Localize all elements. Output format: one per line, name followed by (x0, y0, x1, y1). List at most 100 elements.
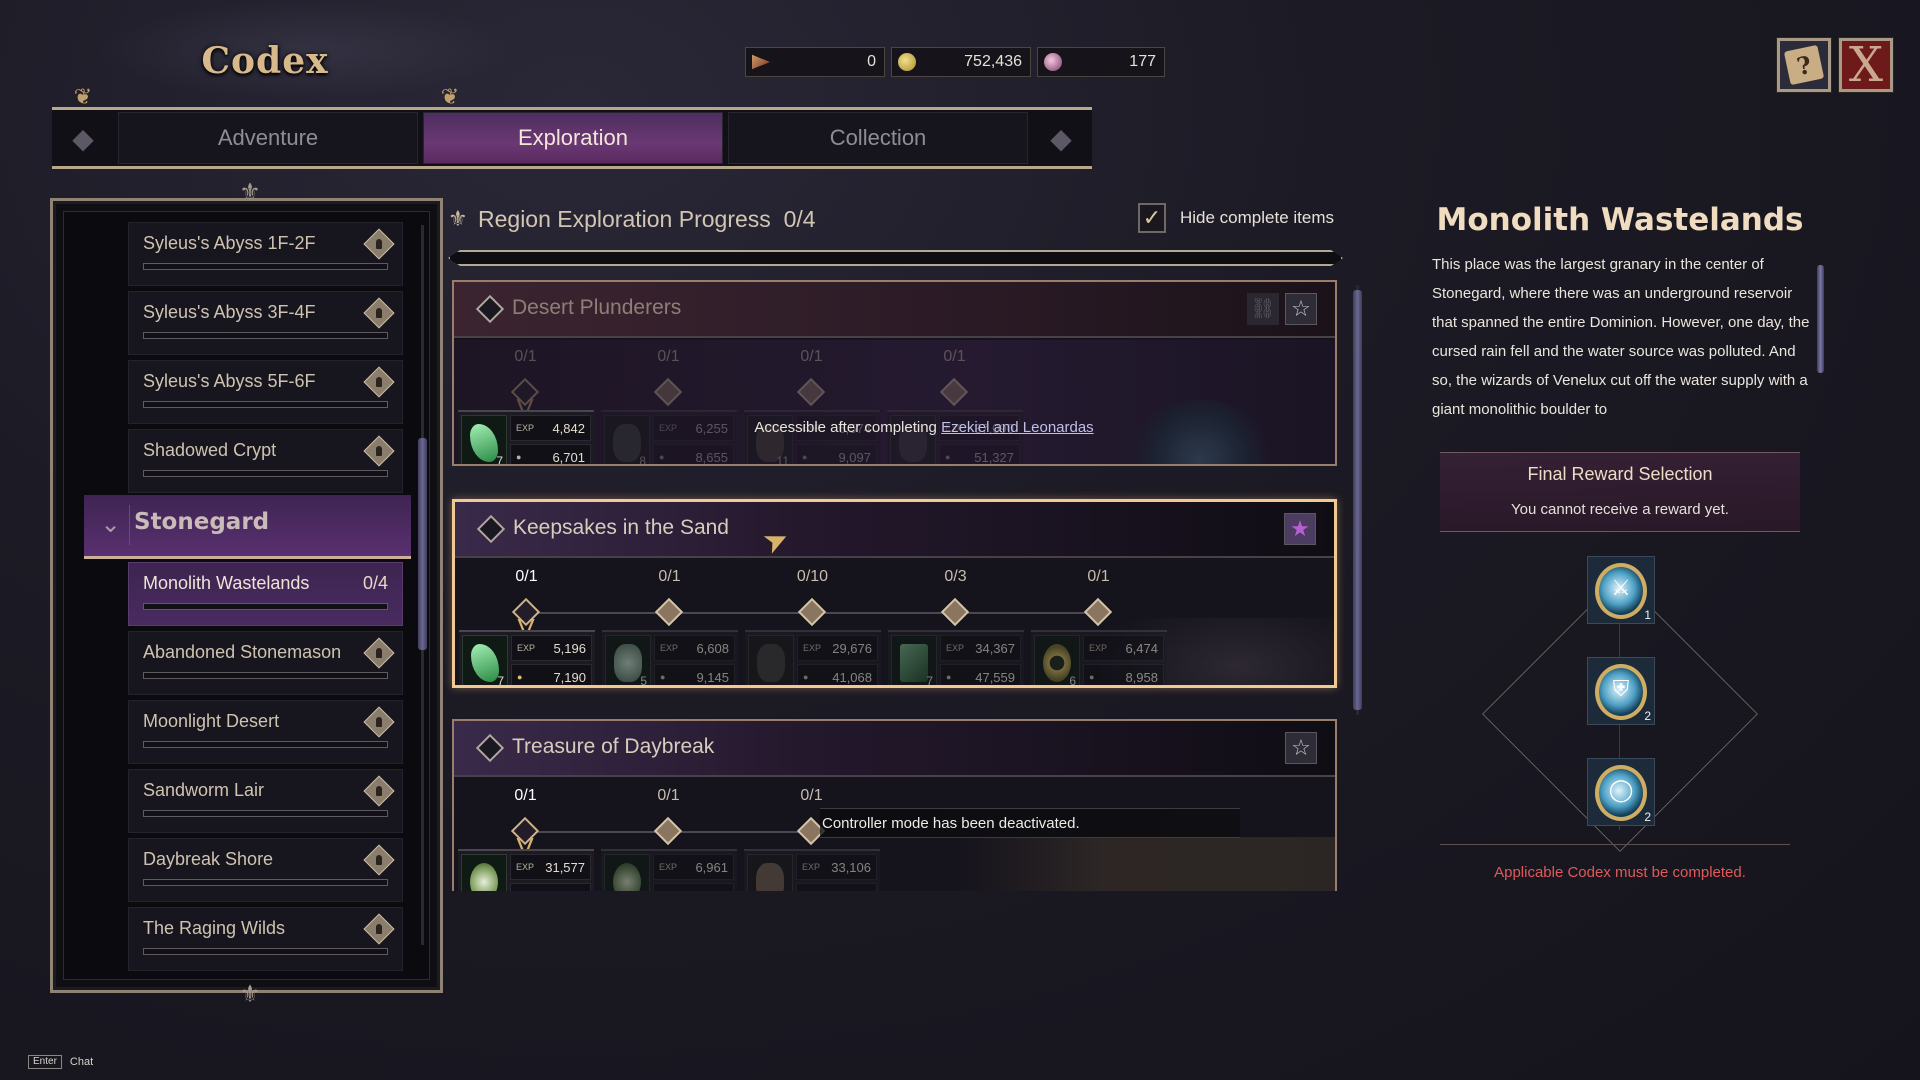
tab-next-arrow[interactable]: ◆ (1030, 107, 1092, 169)
checkmark-icon: ✓ (1142, 205, 1162, 230)
region-progress-bar (143, 810, 388, 817)
step-reward[interactable]: EXP33,106●45,814 (744, 849, 880, 891)
toast-notification: Controller mode has been deactivated. (820, 808, 1240, 838)
exp-reward: EXP 5,196 (511, 635, 592, 661)
step-reward[interactable]: EXP 29,676 ● 41,068 (745, 630, 881, 685)
region-item[interactable]: Abandoned Stonemason (128, 631, 403, 695)
close-button[interactable]: X (1839, 38, 1893, 92)
flourish-ornament-icon: ❦ (440, 84, 460, 109)
quest-title: Desert Plunderers (512, 296, 682, 319)
step-count: 0/1 (657, 787, 680, 804)
tab-adventure[interactable]: Adventure (118, 112, 418, 164)
quest-card[interactable]: Desert Plunderers ⛓ ☆ 0/1 V 0/1 0/1 0/1 (452, 280, 1337, 466)
diamond-icon (475, 733, 505, 763)
lock-icon (653, 816, 683, 846)
reward-item-creature[interactable] (748, 635, 794, 685)
region-item-selected[interactable]: Monolith Wastelands 0/4 (128, 562, 403, 626)
diamond-icon (475, 294, 505, 324)
chest-icon (614, 644, 642, 682)
final-reward-title: Final Reward Selection (1527, 464, 1713, 484)
gold-coin-icon: ● (517, 672, 523, 682)
chat-hint[interactable]: Enter Chat (28, 1055, 93, 1069)
region-item[interactable]: Sandworm Lair (128, 769, 403, 833)
exp-icon: EXP (517, 643, 536, 653)
reward-item-medallion[interactable]: 11 (461, 854, 507, 891)
ornament-bottom-icon: ⚜ (239, 981, 261, 1008)
favorite-star-button[interactable]: ★ (1284, 513, 1316, 545)
description-scrollbar[interactable] (1817, 265, 1824, 373)
reward-item-crystal[interactable]: 7 (461, 415, 507, 464)
reward-item-portrait[interactable] (747, 854, 793, 891)
reward-qty: 2 (1644, 709, 1651, 723)
lock-icon (363, 228, 395, 260)
sidebar-scrollbar[interactable] (418, 438, 427, 650)
region-item[interactable]: Moonlight Desert (128, 700, 403, 764)
creature-icon (757, 644, 785, 682)
step-reward[interactable]: 7 EXP 34,367 ● 47,559 (888, 630, 1024, 685)
step-reward[interactable]: 7 EXP 4,842 ● 6,701 (458, 410, 594, 464)
favorite-star-button[interactable]: ☆ (1285, 732, 1317, 764)
step-reward[interactable]: 8 EXP6,961●9,634 (601, 849, 737, 891)
lock-icon (654, 597, 684, 627)
region-item[interactable]: Syleus's Abyss 5F-6F (128, 360, 403, 424)
lock-icon (939, 377, 969, 407)
tab-collection[interactable]: Collection (728, 112, 1028, 164)
help-button[interactable]: ? (1777, 38, 1831, 92)
step-reward[interactable]: 5 EXP 6,608 ● 9,145 (602, 630, 738, 685)
region-description: This place was the largest granary in th… (1432, 256, 1810, 418)
tab-exploration[interactable]: Exploration (423, 112, 723, 164)
lock-icon (363, 435, 395, 467)
region-progress-bar (143, 332, 388, 339)
step-reward[interactable]: 11 EXP31,577●43,697 (458, 849, 594, 891)
reward-item-book[interactable]: 7 (891, 635, 937, 685)
reward-item-medallion[interactable]: 8 (604, 854, 650, 891)
hide-complete-toggle[interactable]: ✓ Hide complete items (1138, 203, 1334, 233)
region-group-stonegard[interactable]: ⌄ Stonegard (84, 495, 411, 559)
reward-item-ring[interactable]: 6 (1034, 635, 1080, 685)
gold-reward: ● 7,190 (511, 664, 592, 685)
medallion-icon (470, 863, 498, 891)
step-reward[interactable]: 7 EXP 5,196 ● 7,190 (459, 630, 595, 685)
final-reward-option[interactable]: ◯ 2 (1587, 758, 1655, 826)
quest-card[interactable]: Treasure of Daybreak ☆ 0/1 V 0/1 0/1 11 … (452, 719, 1337, 891)
currency-value: 0 (867, 53, 876, 70)
lock-icon (797, 597, 827, 627)
region-name: Monolith Wastelands (143, 573, 310, 593)
page-title: Codex (201, 40, 329, 82)
quest-header: Desert Plunderers ⛓ ☆ (454, 282, 1335, 338)
help-book-icon: ? (1783, 44, 1825, 86)
quest-body: 0/1 V 0/1 0/1 0/1 7 EXP 4,842 ● 6,701 8 EX (454, 340, 1335, 464)
region-name: Syleus's Abyss 1F-2F (143, 233, 316, 253)
region-item[interactable]: Syleus's Abyss 1F-2F (128, 222, 403, 286)
ornament-top-icon: ⚜ (239, 179, 261, 206)
region-item[interactable]: Daybreak Shore (128, 838, 403, 902)
region-name: Daybreak Shore (143, 849, 274, 869)
tab-prev-arrow[interactable]: ◆ (52, 107, 114, 169)
chain-link-icon: ⛓ (1247, 293, 1279, 325)
step-reward[interactable]: 8 EXP 6,255 ● 8,655 (601, 410, 737, 464)
region-progress-bar (143, 741, 388, 748)
reward-item-crystal[interactable]: 7 (462, 635, 508, 685)
region-item[interactable]: Shadowed Crypt (128, 429, 403, 493)
quest-card-active[interactable]: Keepsakes in the Sand ★ 0/1 V 0/1 0/10 0… (452, 499, 1337, 688)
quest-title: Keepsakes in the Sand (513, 516, 729, 539)
region-item[interactable]: The Raging Wilds (128, 907, 403, 971)
lock-icon (1083, 597, 1113, 627)
reward-warning: Applicable Codex must be completed. (1494, 864, 1746, 881)
step-reward[interactable]: 6 EXP 6,474 ● 8,958 (1031, 630, 1167, 685)
step-count: 0/10 (796, 568, 829, 585)
prerequisite-link[interactable]: Ezekiel and Leonardas (941, 419, 1094, 436)
favorite-star-button[interactable]: ☆ (1285, 293, 1317, 325)
step-count: 0/1 (943, 348, 966, 365)
quest-scrollbar[interactable] (1353, 290, 1362, 710)
final-reward-option[interactable]: ⛨ 2 (1587, 657, 1655, 725)
hide-complete-checkbox[interactable]: ✓ (1138, 203, 1166, 233)
lock-icon (940, 597, 970, 627)
region-item[interactable]: Syleus's Abyss 3F-4F (128, 291, 403, 355)
divider (1440, 844, 1790, 845)
final-reward-option[interactable]: ⚔ 1 (1587, 556, 1655, 624)
reward-item-chest[interactable]: 5 (605, 635, 651, 685)
region-progress-bar (143, 401, 388, 408)
reward-item[interactable]: 8 (604, 415, 650, 464)
quest-lock-message: Accessible after completing Ezekiel and … (754, 419, 1094, 436)
